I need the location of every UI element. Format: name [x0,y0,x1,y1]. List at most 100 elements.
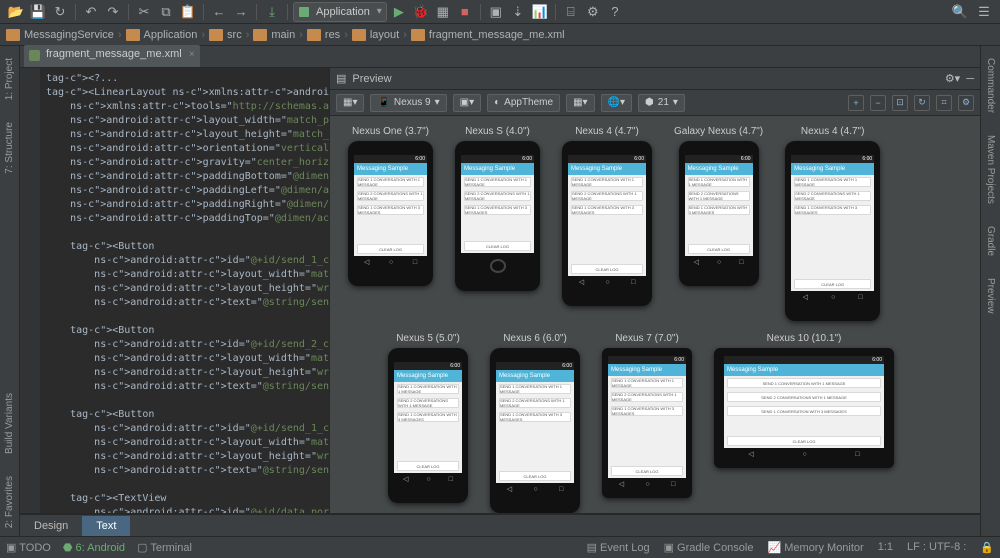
api-dropdown[interactable]: ⬢ 21 ▾ [638,94,685,112]
render-globe-icon[interactable]: 🌐▾ [601,94,632,112]
menu-icon[interactable]: ☰ [974,2,994,22]
gear-icon[interactable]: ⚙▾ [945,72,960,85]
crumb-fragment_message_me.xml[interactable]: fragment_message_me.xml [411,29,565,41]
folder-icon [209,29,223,41]
device-preview[interactable]: Nexus S (4.0") 6:00 Messaging Sample SEN… [455,126,540,291]
device-label: Galaxy Nexus (4.7") [674,126,763,137]
folder-icon [126,29,140,41]
open-icon[interactable]: 📂 [6,2,26,22]
debug-icon[interactable]: 🐞 [411,2,431,22]
theme-dropdown[interactable]: ◐ AppTheme [487,94,560,112]
device-label: Nexus 4 (4.7") [801,126,865,137]
stop-icon[interactable]: ■ [455,2,475,22]
coverage-icon[interactable]: ▦ [433,2,453,22]
status-android[interactable]: ⬣ 6: Android [63,541,125,554]
crumb-main[interactable]: main [253,29,295,41]
undo-icon[interactable]: ↶ [81,2,101,22]
editor-tab-file[interactable]: fragment_message_me.xml × [24,45,200,67]
editor-mode-tabs: Design Text [20,514,980,536]
code-text[interactable]: tag-c"><?... tag-c"><LinearLayout ns-c">… [40,68,329,513]
folder-icon [411,29,425,41]
orientation-icon[interactable]: ▣▾ [453,94,481,112]
device-preview[interactable]: Nexus 7 (7.0") 6:00 Messaging Sample SEN… [602,333,692,498]
line-gutter [20,68,40,513]
crumb-src[interactable]: src [209,29,242,41]
main-toolbar: 📂 💾 ↻ ↶ ↷ ✂ ⧉ 📋 ← → ⤓ Application ▶ 🐞 ▦ … [0,0,1000,24]
structure-icon[interactable]: ⌸ [561,2,581,22]
paste-icon[interactable]: 📋 [178,2,198,22]
left-tool-strip: 1: Project 7: Structure Build Variants 2… [0,46,20,536]
tab-text[interactable]: Text [82,516,130,536]
monitor-icon[interactable]: 📊 [530,2,550,22]
tool-build-variants[interactable]: Build Variants [4,393,15,454]
sdk-icon[interactable]: ⇣ [508,2,528,22]
device-label: Nexus 5 (5.0") [396,333,460,344]
device-preview[interactable]: Nexus One (3.7") 6:00 Messaging Sample S… [348,126,433,286]
tool-commander[interactable]: Commander [985,58,996,113]
copy-icon[interactable]: ⧉ [156,2,176,22]
crumb-layout[interactable]: layout [352,29,399,41]
crumb-MessagingService[interactable]: MessagingService [6,29,114,41]
status-lock-icon[interactable]: 🔒 [980,541,994,554]
status-bar: ▣ TODO ⬣ 6: Android ▢ Terminal ▤ Event L… [0,536,1000,558]
redo-icon[interactable]: ↷ [103,2,123,22]
tool-favorites[interactable]: 2: Favorites [4,476,15,528]
device-label: Nexus 10 (10.1") [767,333,842,344]
right-tool-strip: Commander Maven Projects Gradle Preview [980,46,1000,536]
tool-maven[interactable]: Maven Projects [985,135,996,204]
preview-toolbar: ▦▾ 📱 Nexus 9 ▾ ▣▾ ◐ AppTheme ▦▾ 🌐▾ ⬢ 21 … [330,90,980,116]
status-enc: LF : UTF-8 : [907,541,966,554]
tool-gradle[interactable]: Gradle [985,226,996,256]
preview-title: Preview [352,73,391,85]
avd-icon[interactable]: ▣ [486,2,506,22]
locale-icon[interactable]: ▦▾ [566,94,594,112]
preview-pane: ▤ Preview ⚙▾ ─ ▦▾ 📱 Nexus 9 ▾ ▣▾ ◐ AppTh… [330,68,980,513]
sync-icon[interactable]: ↻ [50,2,70,22]
device-label: Nexus 7 (7.0") [615,333,679,344]
xml-editor[interactable]: tag-c"><?... tag-c"><LinearLayout ns-c">… [20,68,330,513]
tool-structure[interactable]: 7: Structure [4,122,15,174]
device-label: Nexus 6 (6.0") [503,333,567,344]
zoom-in-icon[interactable]: + [848,95,864,111]
run-config-dropdown[interactable]: Application [293,2,387,22]
crumb-Application[interactable]: Application [126,29,198,41]
status-gradle-console[interactable]: ▣ Gradle Console [664,541,754,554]
run-icon[interactable]: ▶ [389,2,409,22]
device-preview[interactable]: Nexus 4 (4.7") 6:00 Messaging Sample SEN… [562,126,652,306]
cut-icon[interactable]: ✂ [134,2,154,22]
device-preview[interactable]: Nexus 4 (4.7") 6:00 Messaging Sample SEN… [785,126,880,321]
editor-tab-label: fragment_message_me.xml [46,48,182,60]
status-todo[interactable]: ▣ TODO [6,541,51,554]
settings2-icon[interactable]: ⚙ [958,95,974,111]
breadcrumb: MessagingService›Application›src›main›re… [0,24,1000,46]
save-icon[interactable]: 💾 [28,2,48,22]
device-previews[interactable]: Nexus One (3.7") 6:00 Messaging Sample S… [330,116,980,513]
status-event-log[interactable]: ▤ Event Log [587,541,650,554]
build-icon[interactable]: ⤓ [262,2,282,22]
device-preview[interactable]: Galaxy Nexus (4.7") 6:00 Messaging Sampl… [674,126,763,286]
zoom-fit-icon[interactable]: ⊡ [892,95,908,111]
folder-icon [352,29,366,41]
device-dropdown[interactable]: 📱 Nexus 9 ▾ [370,94,446,112]
help-icon[interactable]: ? [605,2,625,22]
palette-icon[interactable]: ▦▾ [336,94,364,112]
folder-icon [307,29,321,41]
capture-icon[interactable]: ⌗ [936,95,952,111]
crumb-res[interactable]: res [307,29,340,41]
tool-preview[interactable]: Preview [985,278,996,314]
device-preview[interactable]: Nexus 10 (10.1") 6:00 Messaging Sample S… [714,333,894,468]
close-tab-icon[interactable]: × [189,49,195,60]
tab-design[interactable]: Design [20,516,82,536]
settings-icon[interactable]: ⚙ [583,2,603,22]
status-terminal[interactable]: ▢ Terminal [137,541,192,554]
minimize-icon[interactable]: ─ [966,73,974,85]
refresh-icon[interactable]: ↻ [914,95,930,111]
back-icon[interactable]: ← [209,2,229,22]
status-memory[interactable]: 📈 Memory Monitor [767,541,863,554]
device-preview[interactable]: Nexus 6 (6.0") 6:00 Messaging Sample SEN… [490,333,580,513]
device-preview[interactable]: Nexus 5 (5.0") 6:00 Messaging Sample SEN… [388,333,468,503]
zoom-out-icon[interactable]: − [870,95,886,111]
forward-icon[interactable]: → [231,2,251,22]
tool-project[interactable]: 1: Project [4,58,15,100]
search-icon[interactable]: 🔍 [950,2,970,22]
